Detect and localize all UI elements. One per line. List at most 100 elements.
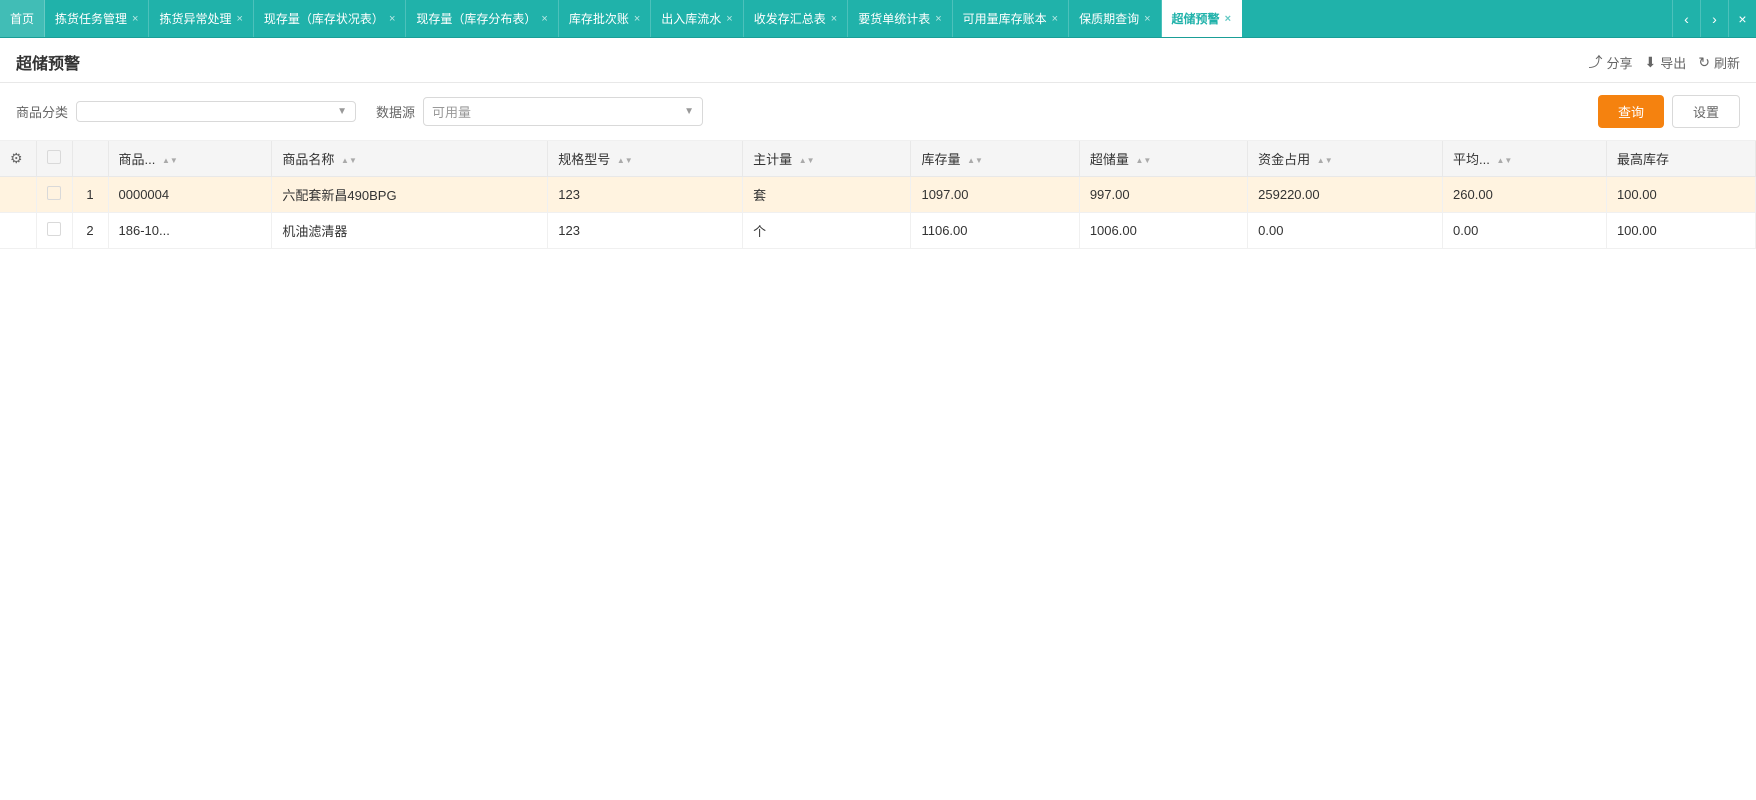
row-stock: 1106.00	[911, 213, 1079, 249]
row-product-code: 186-10...	[108, 213, 272, 249]
row-unit: 个	[743, 213, 911, 249]
chevron-down-icon: ▼	[337, 106, 347, 117]
nav-tab-inout-flow[interactable]: 出入库流水 ×	[651, 0, 743, 38]
row-spec: 123	[548, 213, 743, 249]
close-icon[interactable]: ×	[132, 13, 138, 25]
th-max-stock: 最高库存	[1606, 141, 1755, 177]
row-number: 1	[72, 177, 108, 213]
sort-arrows-icon: ▲▼	[1317, 157, 1333, 165]
filter-bar: 商品分类 ▼ 数据源 可用量 ▼ 查询 设置	[0, 83, 1756, 141]
close-icon[interactable]: ×	[726, 13, 732, 25]
share-icon: ⤴	[1588, 52, 1602, 72]
th-capital[interactable]: 资金占用 ▲▼	[1248, 141, 1443, 177]
row-max-stock: 100.00	[1606, 213, 1755, 249]
page-title: 超储预警	[16, 50, 80, 74]
select-all-checkbox[interactable]	[47, 150, 61, 164]
settings-button[interactable]: 设置	[1672, 95, 1740, 128]
row-gear-cell	[0, 213, 36, 249]
sort-arrows-icon: ▲▼	[1135, 157, 1151, 165]
th-product-name[interactable]: 商品名称 ▲▼	[272, 141, 548, 177]
export-icon: ⬇	[1645, 54, 1657, 71]
close-icon[interactable]: ×	[236, 13, 242, 25]
close-icon[interactable]: ×	[541, 13, 547, 25]
chevron-down-icon-2: ▼	[684, 106, 694, 117]
row-overstock: 997.00	[1079, 177, 1247, 213]
filter-actions: 查询 设置	[1598, 95, 1740, 128]
close-icon[interactable]: ×	[389, 13, 395, 25]
row-checkbox[interactable]	[47, 186, 61, 200]
refresh-icon: ↻	[1698, 54, 1710, 71]
th-gear[interactable]: ⚙	[0, 141, 36, 177]
close-icon[interactable]: ×	[1144, 13, 1150, 25]
page-header: 超储预警 ⤴ 分享 ⬇ 导出 ↻ 刷新	[0, 38, 1756, 83]
close-icon[interactable]: ×	[935, 13, 941, 25]
th-checkbox[interactable]	[36, 141, 72, 177]
row-gear-cell	[0, 177, 36, 213]
refresh-button[interactable]: ↻ 刷新	[1698, 53, 1740, 72]
page-content: 超储预警 ⤴ 分享 ⬇ 导出 ↻ 刷新 商品分类 ▼ 数据源	[0, 38, 1756, 800]
row-max-stock: 100.00	[1606, 177, 1755, 213]
row-checkbox-cell[interactable]	[36, 177, 72, 213]
row-avg: 260.00	[1443, 177, 1607, 213]
sort-arrows-icon: ▲▼	[617, 157, 633, 165]
datasource-label: 数据源	[376, 102, 415, 121]
share-button[interactable]: ⤴ 分享	[1588, 52, 1632, 72]
datasource-select-value: 可用量	[432, 102, 471, 121]
sort-arrows-icon: ▲▼	[162, 157, 178, 165]
datasource-select[interactable]: 可用量 ▼	[423, 97, 703, 126]
row-avg: 0.00	[1443, 213, 1607, 249]
row-checkbox-cell[interactable]	[36, 213, 72, 249]
datasource-filter-group: 数据源 可用量 ▼	[376, 97, 703, 126]
close-icon[interactable]: ×	[831, 13, 837, 25]
nav-tab-order-stat[interactable]: 要货单统计表 ×	[848, 0, 952, 38]
table-header-row: ⚙ 商品... ▲▼ 商品名称 ▲▼ 规格型号	[0, 141, 1756, 177]
category-label: 商品分类	[16, 102, 68, 121]
sort-arrows-icon: ▲▼	[341, 157, 357, 165]
nav-tab-inventory-dist[interactable]: 现存量（库存分布表） ×	[406, 0, 558, 38]
nav-right-arrow[interactable]: ›	[1700, 0, 1728, 38]
nav-tab-collect-summary[interactable]: 收发存汇总表 ×	[744, 0, 848, 38]
th-unit[interactable]: 主计量 ▲▼	[743, 141, 911, 177]
nav-tab-cargo-exception[interactable]: 拣货异常处理 ×	[149, 0, 253, 38]
nav-close-btn[interactable]: ×	[1728, 0, 1756, 38]
row-stock: 1097.00	[911, 177, 1079, 213]
top-nav: 首页 拣货任务管理 × 拣货异常处理 × 现存量（库存状况表） × 现存量（库存…	[0, 0, 1756, 38]
table-row: 2 186-10... 机油滤清器 123 个 1106.00 1006.00 …	[0, 213, 1756, 249]
nav-left-arrow[interactable]: ‹	[1672, 0, 1700, 38]
close-icon[interactable]: ×	[1052, 13, 1058, 25]
row-overstock: 1006.00	[1079, 213, 1247, 249]
row-product-name: 六配套新昌490BPG	[272, 177, 548, 213]
th-overstock[interactable]: 超储量 ▲▼	[1079, 141, 1247, 177]
th-product-code[interactable]: 商品... ▲▼	[108, 141, 272, 177]
close-icon[interactable]: ×	[1225, 13, 1231, 25]
sort-arrows-icon: ▲▼	[1497, 157, 1513, 165]
th-stock[interactable]: 库存量 ▲▼	[911, 141, 1079, 177]
nav-tab-quality-check[interactable]: 保质期查询 ×	[1069, 0, 1161, 38]
gear-icon[interactable]: ⚙	[10, 150, 23, 166]
row-checkbox[interactable]	[47, 222, 61, 236]
data-table: ⚙ 商品... ▲▼ 商品名称 ▲▼ 规格型号	[0, 141, 1756, 249]
th-spec[interactable]: 规格型号 ▲▼	[548, 141, 743, 177]
nav-arrows: ‹ › ×	[1672, 0, 1756, 38]
nav-tab-home[interactable]: 首页	[0, 0, 45, 38]
row-spec: 123	[548, 177, 743, 213]
sort-arrows-icon: ▲▼	[799, 157, 815, 165]
close-icon[interactable]: ×	[634, 13, 640, 25]
nav-tab-overstock-warning[interactable]: 超储预警 ×	[1162, 0, 1242, 38]
category-filter-group: 商品分类 ▼	[16, 101, 356, 122]
row-product-code: 0000004	[108, 177, 272, 213]
row-number: 2	[72, 213, 108, 249]
query-button[interactable]: 查询	[1598, 95, 1664, 128]
th-avg[interactable]: 平均... ▲▼	[1443, 141, 1607, 177]
th-num	[72, 141, 108, 177]
table-row: 1 0000004 六配套新昌490BPG 123 套 1097.00 997.…	[0, 177, 1756, 213]
nav-tab-inventory-batch[interactable]: 库存批次账 ×	[559, 0, 651, 38]
row-unit: 套	[743, 177, 911, 213]
nav-tab-available-account[interactable]: 可用量库存账本 ×	[953, 0, 1069, 38]
nav-tab-cargo-task[interactable]: 拣货任务管理 ×	[45, 0, 149, 38]
sort-arrows-icon: ▲▼	[967, 157, 983, 165]
table-container: ⚙ 商品... ▲▼ 商品名称 ▲▼ 规格型号	[0, 141, 1756, 249]
category-select[interactable]: ▼	[76, 101, 356, 122]
nav-tab-inventory-status[interactable]: 现存量（库存状况表） ×	[254, 0, 406, 38]
export-button[interactable]: ⬇ 导出	[1645, 53, 1687, 72]
